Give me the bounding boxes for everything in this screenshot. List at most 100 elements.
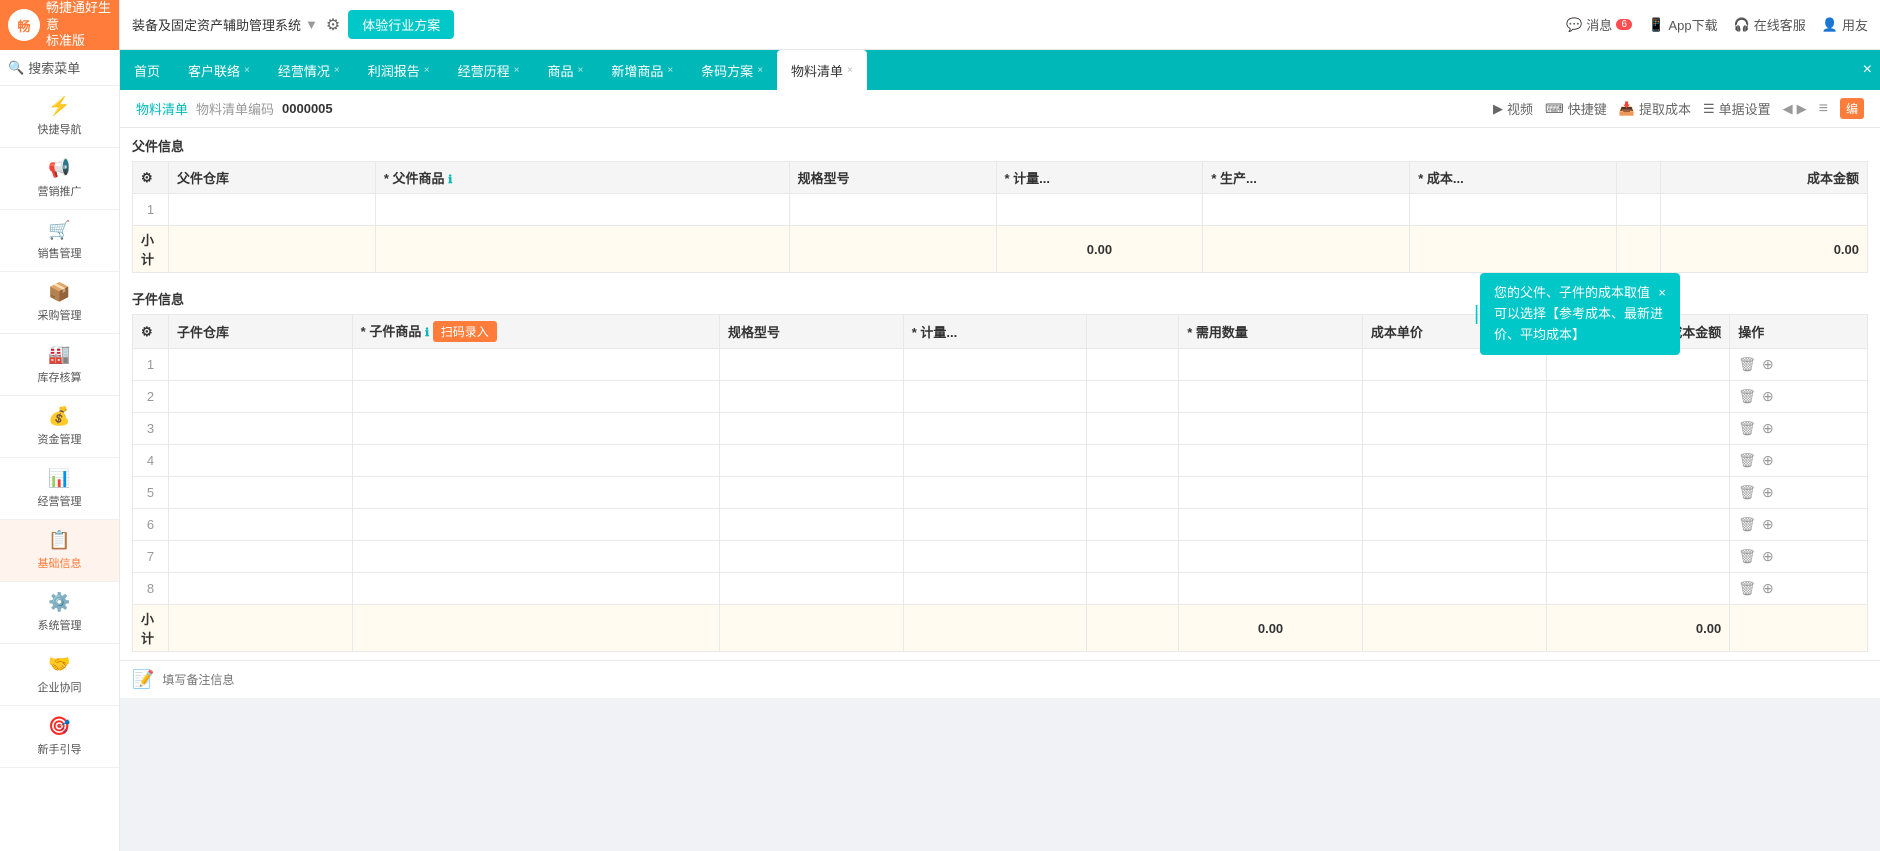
child-row-4-price[interactable] (1362, 445, 1546, 477)
child-row-3-product[interactable] (352, 413, 719, 445)
next-arrow[interactable]: ▶ (1797, 101, 1807, 117)
delete-icon-5[interactable]: 🗑 (1738, 484, 1756, 501)
prev-arrow[interactable]: ◀ (1783, 101, 1793, 117)
sidebar-item-system[interactable]: ⚙️ 系统管理 (0, 582, 119, 644)
tab-close-ops-history[interactable]: × (514, 65, 520, 76)
child-row-5-price[interactable] (1362, 477, 1546, 509)
child-row-4-spec[interactable] (720, 445, 904, 477)
tab-close-customers[interactable]: × (244, 65, 250, 76)
parent-row-1-product[interactable] (375, 194, 789, 226)
delete-icon-1[interactable]: 🗑 (1738, 356, 1756, 373)
tab-operations[interactable]: 经营情况 × (264, 50, 354, 90)
gear-icon[interactable]: ⚙ (326, 15, 340, 35)
tab-bom[interactable]: 物料清单 × (777, 50, 867, 90)
child-row-5-qty[interactable] (1179, 477, 1363, 509)
delete-icon-7[interactable]: 🗑 (1738, 548, 1756, 565)
child-row-7-product[interactable] (352, 541, 719, 573)
child-product-info-icon[interactable]: ℹ (425, 327, 429, 339)
user-avatar[interactable]: 👤 用友 (1822, 15, 1868, 34)
child-row-5-unit[interactable] (903, 477, 1087, 509)
sidebar-item-inventory[interactable]: 🏭 库存核算 (0, 334, 119, 396)
child-row-7-price[interactable] (1362, 541, 1546, 573)
tab-close-goods[interactable]: × (577, 65, 583, 76)
child-row-5-warehouse[interactable] (169, 477, 353, 509)
child-row-2-warehouse[interactable] (169, 381, 353, 413)
note-input[interactable] (162, 673, 1868, 687)
child-row-3-spec[interactable] (720, 413, 904, 445)
child-row-3-warehouse[interactable] (169, 413, 353, 445)
child-row-3-unit[interactable] (903, 413, 1087, 445)
child-row-6-spec[interactable] (720, 509, 904, 541)
tab-customers[interactable]: 客户联络 × (174, 50, 264, 90)
tab-barcode[interactable]: 条码方案 × (687, 50, 777, 90)
child-row-7-unit[interactable] (903, 541, 1087, 573)
sidebar-item-finance[interactable]: 💰 资金管理 (0, 396, 119, 458)
shortcut-button[interactable]: ⌨ 快捷键 (1545, 99, 1607, 118)
parent-col-settings[interactable]: ⚙ (133, 162, 169, 194)
tab-profit-report[interactable]: 利润报告 × (354, 50, 444, 90)
sidebar-item-basic-info[interactable]: 📋 基础信息 (0, 520, 119, 582)
product-info-icon[interactable]: ℹ (448, 174, 452, 186)
child-row-3-price[interactable] (1362, 413, 1546, 445)
child-row-2-price[interactable] (1362, 381, 1546, 413)
sidebar-item-purchase[interactable]: 📦 采购管理 (0, 272, 119, 334)
parent-row-1-cost[interactable] (1410, 194, 1617, 226)
delete-icon-6[interactable]: 🗑 (1738, 516, 1756, 533)
sidebar-item-sales[interactable]: 🛒 销售管理 (0, 210, 119, 272)
single-settings-button[interactable]: ☰ 单据设置 (1703, 99, 1771, 118)
child-row-8-product[interactable] (352, 573, 719, 605)
copy-icon-6[interactable]: ⊕ (1762, 516, 1774, 533)
copy-icon-5[interactable]: ⊕ (1762, 484, 1774, 501)
sidebar-item-marketing[interactable]: 📢 营销推广 (0, 148, 119, 210)
child-row-2-product[interactable] (352, 381, 719, 413)
layout-icon[interactable]: ≡ (1819, 100, 1828, 118)
system-selector[interactable]: 装备及固定资产辅助管理系统 ▼ (132, 15, 318, 34)
child-row-5-product[interactable] (352, 477, 719, 509)
child-row-2-spec[interactable] (720, 381, 904, 413)
parent-row-1-warehouse[interactable] (169, 194, 376, 226)
sidebar-item-enterprise[interactable]: 🤝 企业协同 (0, 644, 119, 706)
tab-home[interactable]: 首页 (120, 50, 174, 90)
copy-icon-3[interactable]: ⊕ (1762, 420, 1774, 437)
extract-cost-button[interactable]: 📥 提取成本 (1619, 99, 1691, 118)
child-row-1-unit[interactable] (903, 349, 1087, 381)
sidebar-search[interactable]: 🔍 搜索菜单 (0, 50, 119, 86)
message-button[interactable]: 💬 消息 6 (1566, 15, 1632, 34)
app-download-button[interactable]: 📱 App下载 (1648, 15, 1717, 34)
child-row-6-product[interactable] (352, 509, 719, 541)
child-row-8-qty[interactable] (1179, 573, 1363, 605)
child-row-2-qty[interactable] (1179, 381, 1363, 413)
child-row-8-warehouse[interactable] (169, 573, 353, 605)
copy-icon-1[interactable]: ⊕ (1762, 356, 1774, 373)
delete-icon-3[interactable]: 🗑 (1738, 420, 1756, 437)
delete-icon-8[interactable]: 🗑 (1738, 580, 1756, 597)
child-row-3-qty[interactable] (1179, 413, 1363, 445)
child-row-4-qty[interactable] (1179, 445, 1363, 477)
child-row-4-warehouse[interactable] (169, 445, 353, 477)
child-row-5-spec[interactable] (720, 477, 904, 509)
tab-close-barcode[interactable]: × (757, 65, 763, 76)
child-row-4-unit[interactable] (903, 445, 1087, 477)
online-service-button[interactable]: 🎧 在线客服 (1734, 15, 1806, 34)
child-row-1-warehouse[interactable] (169, 349, 353, 381)
child-row-8-spec[interactable] (720, 573, 904, 605)
child-row-1-spec[interactable] (720, 349, 904, 381)
view-video-button[interactable]: ▶ 视频 (1493, 99, 1533, 118)
parent-row-1-spec[interactable] (789, 194, 996, 226)
child-row-7-spec[interactable] (720, 541, 904, 573)
nav-close-all[interactable]: × (1863, 61, 1880, 79)
delete-icon-4[interactable]: 🗑 (1738, 452, 1756, 469)
sidebar-item-quick-nav[interactable]: ⚡ 快捷导航 (0, 86, 119, 148)
child-row-7-warehouse[interactable] (169, 541, 353, 573)
tab-new-goods[interactable]: 新增商品 × (597, 50, 687, 90)
parent-row-1-prod[interactable] (1203, 194, 1410, 226)
tab-close-new-goods[interactable]: × (667, 65, 673, 76)
parent-row-1-unit[interactable] (996, 194, 1203, 226)
tab-ops-history[interactable]: 经营历程 × (444, 50, 534, 90)
breadcrumb-parent[interactable]: 物料清单 (136, 99, 188, 118)
child-row-4-product[interactable] (352, 445, 719, 477)
sidebar-item-operations[interactable]: 📊 经营管理 (0, 458, 119, 520)
child-row-2-unit[interactable] (903, 381, 1087, 413)
tab-goods[interactable]: 商品 × (533, 50, 597, 90)
tab-close-operations[interactable]: × (334, 65, 340, 76)
